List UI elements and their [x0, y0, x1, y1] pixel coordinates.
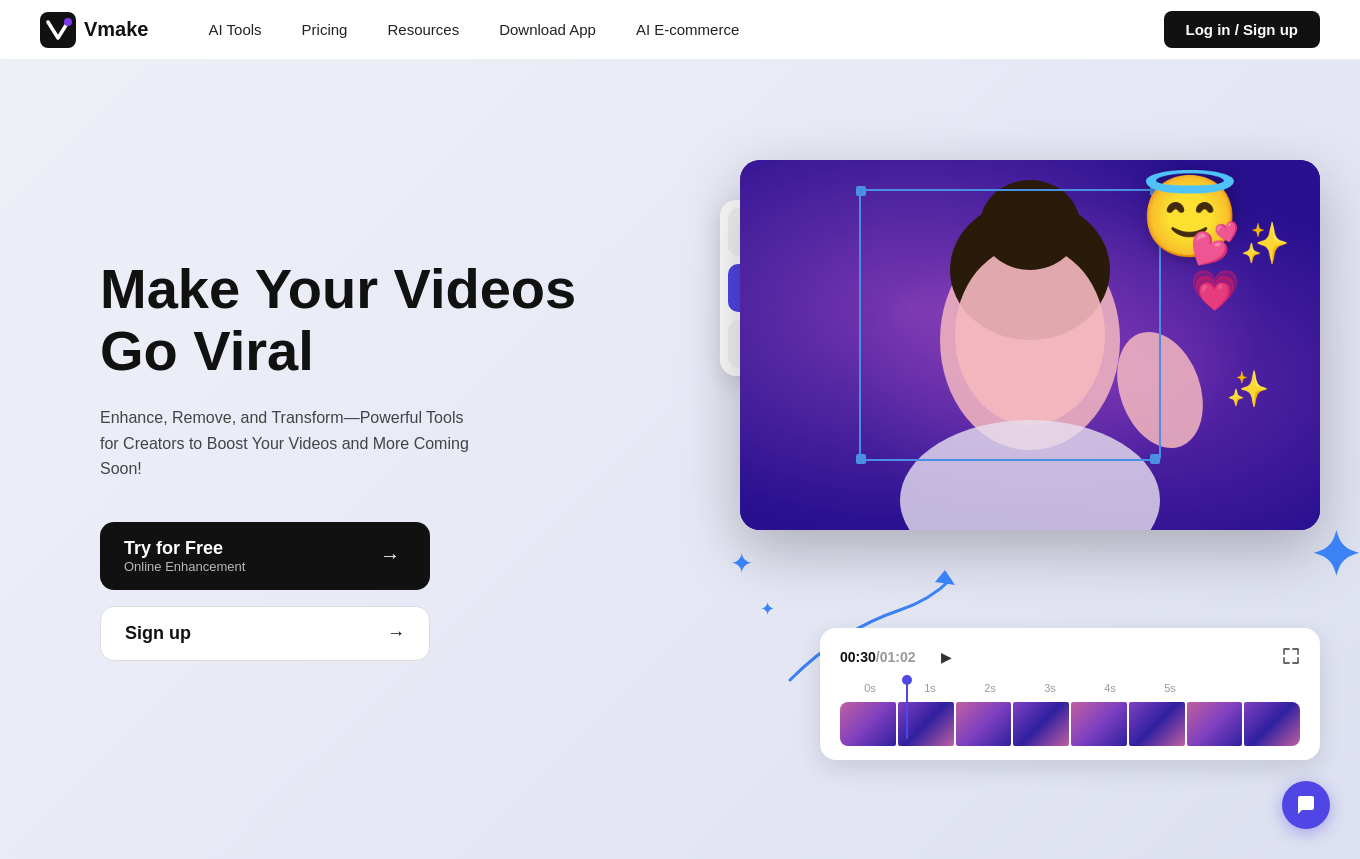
svg-rect-15 [856, 186, 866, 196]
ruler-2s: 2s [960, 682, 1020, 694]
nav-download-app[interactable]: Download App [499, 21, 596, 38]
svg-rect-17 [856, 454, 866, 464]
current-time: 00:30/01:02 [840, 649, 916, 665]
sign-up-button[interactable]: Sign up → [100, 606, 430, 661]
blue-star-decoration: ✦ [1310, 520, 1360, 590]
hearts-emoji: 💕✨💗 [1190, 220, 1290, 314]
nav-links: AI Tools Pricing Resources Download App … [209, 21, 1124, 38]
timeline-scrubber[interactable] [906, 679, 908, 739]
svg-rect-18 [1150, 454, 1160, 464]
total-time: /01:02 [876, 649, 916, 665]
hero-left: Make Your Videos Go Viral Enhance, Remov… [100, 258, 576, 661]
hero-subtitle: Enhance, Remove, and Transform—Powerful … [100, 405, 480, 482]
hero-right-mockup: HD [700, 100, 1360, 800]
chat-button[interactable] [1282, 781, 1330, 829]
btn-primary-sub: Online Enhancement [124, 559, 245, 574]
strip-frame-1 [840, 702, 896, 746]
try-for-free-button[interactable]: Try for Free Online Enhancement → [100, 522, 430, 590]
sparkle-decoration-2: ✦ [760, 598, 775, 620]
play-button[interactable]: ▶ [932, 642, 962, 672]
timeline-controls: 00:30/01:02 ▶ [840, 642, 1300, 672]
hero-title-line2: Go Viral [100, 319, 314, 382]
video-card: 😇 💕✨💗 ✨ [740, 160, 1320, 530]
ruler-5s: 5s [1140, 682, 1200, 694]
timeline-ruler: 0s 1s 2s 3s 4s 5s [840, 682, 1300, 694]
hero-title-line1: Make Your Videos [100, 257, 576, 320]
brand-logo[interactable]: Vmake [40, 12, 149, 48]
ruler-3s: 3s [1020, 682, 1080, 694]
hero-title: Make Your Videos Go Viral [100, 258, 576, 381]
strip-frame-6 [1129, 702, 1185, 746]
logo-icon [40, 12, 76, 48]
strip-frame-7 [1187, 702, 1243, 746]
ruler-0s: 0s [840, 682, 900, 694]
video-strip [840, 702, 1300, 746]
svg-point-11 [980, 180, 1080, 270]
expand-button[interactable] [1282, 647, 1300, 668]
ruler-4s: 4s [1080, 682, 1140, 694]
nav-pricing[interactable]: Pricing [302, 21, 348, 38]
svg-rect-0 [40, 12, 76, 48]
strip-frame-5 [1071, 702, 1127, 746]
svg-point-1 [64, 18, 72, 26]
strip-frame-8 [1244, 702, 1300, 746]
strip-frame-3 [956, 702, 1012, 746]
btn-primary-main: Try for Free [124, 538, 245, 559]
arrow-right-icon-secondary: → [387, 623, 405, 644]
navbar: Vmake AI Tools Pricing Resources Downloa… [0, 0, 1360, 60]
nav-ai-tools[interactable]: AI Tools [209, 21, 262, 38]
nav-resources[interactable]: Resources [387, 21, 459, 38]
nav-ai-ecommerce[interactable]: AI E-commerce [636, 21, 739, 38]
svg-point-10 [955, 245, 1105, 425]
sparkle-emoji: ✨ [1226, 369, 1270, 410]
strip-frame-4 [1013, 702, 1069, 746]
arrow-right-icon: → [374, 540, 406, 572]
login-signup-button[interactable]: Log in / Sign up [1164, 11, 1320, 48]
hero-section: Make Your Videos Go Viral Enhance, Remov… [0, 60, 1360, 859]
sparkle-decoration-1: ✦ [730, 547, 753, 580]
timeline-container: 00:30/01:02 ▶ 0s 1s 2s 3s 4s 5s [820, 628, 1320, 760]
brand-name: Vmake [84, 18, 149, 41]
sign-up-label: Sign up [125, 623, 191, 644]
